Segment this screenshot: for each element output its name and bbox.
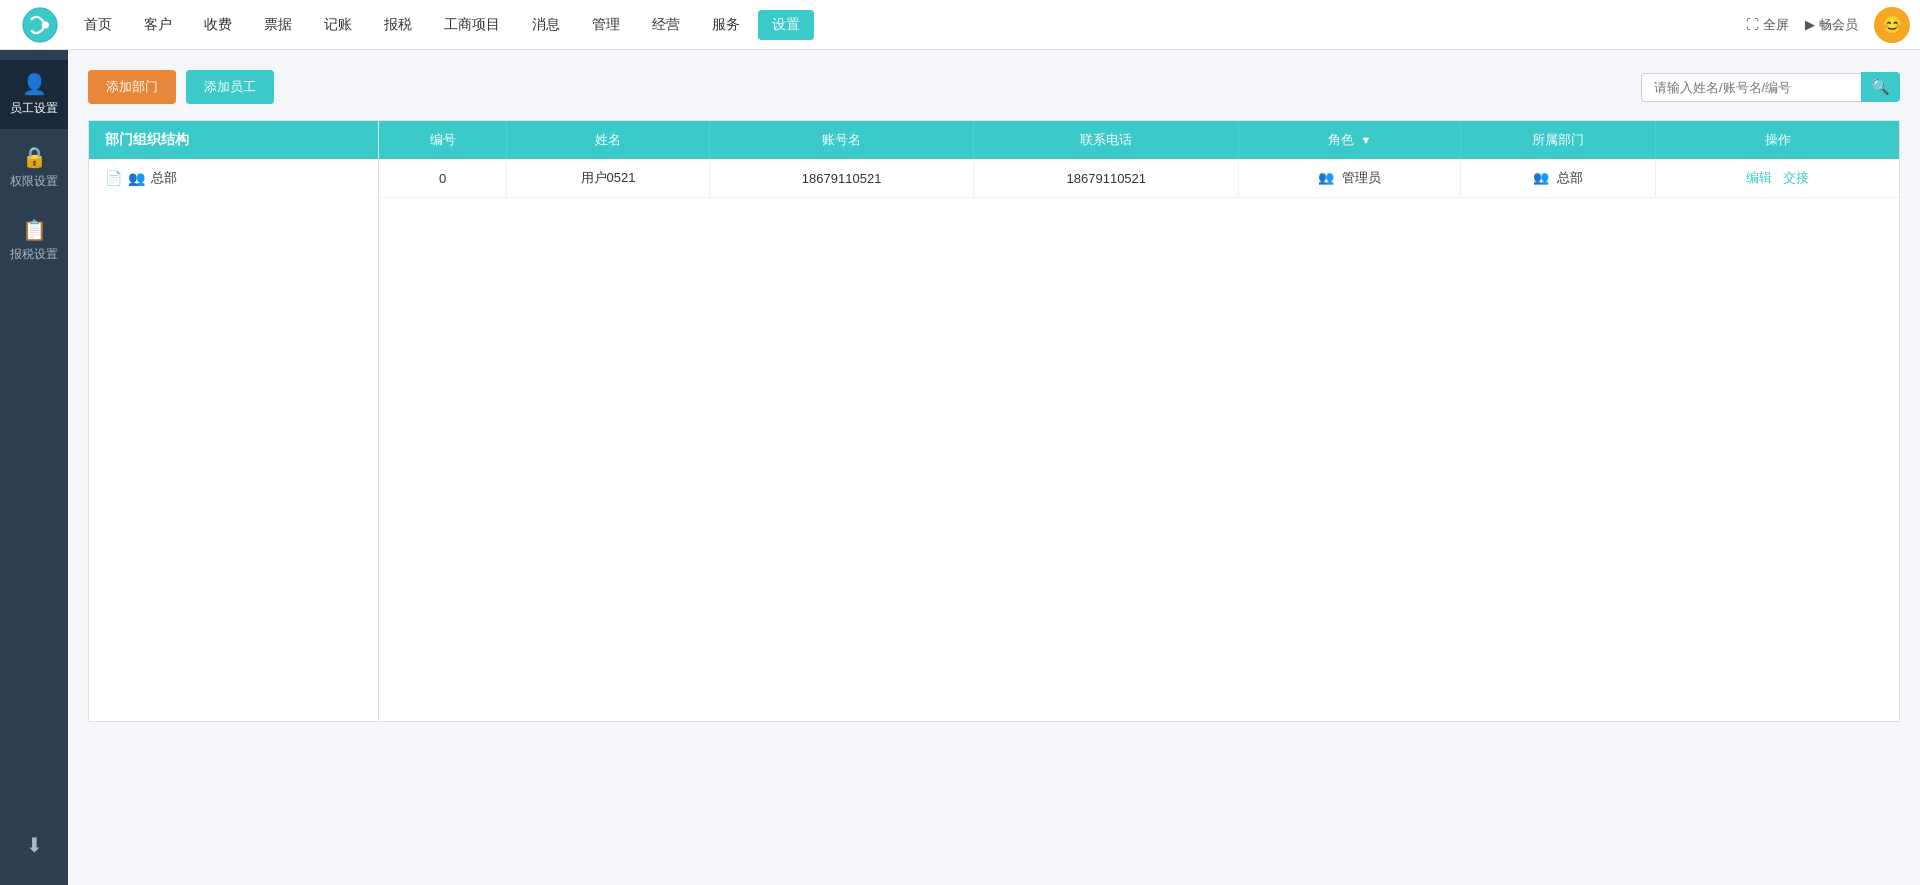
col-account: 账号名 (709, 121, 974, 159)
sidebar-employee-label: 员工设置 (10, 100, 58, 117)
col-dept: 所属部门 (1461, 121, 1656, 159)
table-header-row: 编号 姓名 账号名 联系电话 角色 ▼ 所属部门 操作 (379, 121, 1899, 159)
cell-name: 用户0521 (507, 159, 709, 198)
col-name: 姓名 (507, 121, 709, 159)
cell-dept: 👥 总部 (1461, 159, 1656, 198)
nav-service[interactable]: 服务 (698, 10, 754, 40)
doc-icon: 📄 (105, 170, 122, 186)
sidebar: 👤 员工设置 🔒 权限设置 📋 报税设置 ⬇ (0, 50, 68, 885)
sidebar-download-button[interactable]: ⬇ (26, 821, 43, 869)
dept-user-icon: 👥 (1533, 170, 1549, 185)
tax-settings-icon: 📋 (22, 218, 47, 242)
employee-table: 编号 姓名 账号名 联系电话 角色 ▼ 所属部门 操作 0 (379, 121, 1899, 198)
col-id: 编号 (379, 121, 507, 159)
main-content: 添加部门 添加员工 🔍 部门组织结构 📄 👥 总部 编号 姓名 (68, 50, 1920, 885)
filter-icon[interactable]: ▼ (1360, 134, 1371, 146)
cell-role: 👥 管理员 (1239, 159, 1461, 198)
search-input[interactable] (1641, 73, 1861, 102)
toolbar: 添加部门 添加员工 🔍 (88, 70, 1900, 104)
transfer-link[interactable]: 交接 (1783, 170, 1809, 185)
sidebar-permission-label: 权限设置 (10, 173, 58, 190)
top-navigation: 首页 客户 收费 票据 记账 报税 工商项目 消息 管理 经营 服务 设置 ⛶ … (0, 0, 1920, 50)
col-phone: 联系电话 (974, 121, 1239, 159)
search-button[interactable]: 🔍 (1861, 72, 1900, 102)
user-avatar[interactable]: 😊 (1874, 7, 1910, 43)
left-panel: 部门组织结构 📄 👥 总部 (89, 121, 379, 721)
app-logo[interactable] (10, 7, 70, 43)
nav-ticket[interactable]: 票据 (250, 10, 306, 40)
add-emp-button[interactable]: 添加员工 (186, 70, 274, 104)
fullscreen-button[interactable]: ⛶ 全屏 (1746, 16, 1789, 34)
sidebar-item-employee[interactable]: 👤 员工设置 (0, 60, 68, 129)
nav-home[interactable]: 首页 (70, 10, 126, 40)
download-icon: ⬇ (26, 833, 43, 857)
nav-client[interactable]: 客户 (130, 10, 186, 40)
right-panel: 编号 姓名 账号名 联系电话 角色 ▼ 所属部门 操作 0 (379, 121, 1899, 721)
member-button[interactable]: ▶ 畅会员 (1805, 16, 1858, 34)
role-user-icon: 👥 (1318, 170, 1334, 185)
col-role: 角色 ▼ (1239, 121, 1461, 159)
nav-menu: 首页 客户 收费 票据 记账 报税 工商项目 消息 管理 经营 服务 设置 (70, 10, 1746, 40)
table-row: 0 用户0521 18679110521 18679110521 👥 管理员 👥… (379, 159, 1899, 198)
user-tree-icon: 👥 (128, 170, 145, 186)
nav-right-area: ⛶ 全屏 ▶ 畅会员 😊 (1746, 7, 1910, 43)
nav-message[interactable]: 消息 (518, 10, 574, 40)
add-dept-button[interactable]: 添加部门 (88, 70, 176, 104)
col-actions: 操作 (1656, 121, 1899, 159)
nav-tax[interactable]: 报税 (370, 10, 426, 40)
cell-actions: 编辑 交接 (1656, 159, 1899, 198)
nav-manage[interactable]: 管理 (578, 10, 634, 40)
search-area: 🔍 (1641, 72, 1900, 102)
nav-operation[interactable]: 经营 (638, 10, 694, 40)
sidebar-taxsettings-label: 报税设置 (10, 246, 58, 263)
nav-fee[interactable]: 收费 (190, 10, 246, 40)
member-label: 畅会员 (1819, 16, 1858, 34)
cell-account: 18679110521 (709, 159, 974, 198)
member-icon: ▶ (1805, 17, 1815, 32)
sidebar-item-permission[interactable]: 🔒 权限设置 (0, 133, 68, 202)
nav-settings[interactable]: 设置 (758, 10, 814, 40)
left-panel-header: 部门组织结构 (89, 121, 378, 159)
cell-phone: 18679110521 (974, 159, 1239, 198)
cell-id: 0 (379, 159, 507, 198)
nav-business[interactable]: 工商项目 (430, 10, 514, 40)
fullscreen-label: 全屏 (1763, 16, 1789, 34)
lock-icon: 🔒 (22, 145, 47, 169)
sidebar-item-taxsettings[interactable]: 📋 报税设置 (0, 206, 68, 275)
content-layout: 部门组织结构 📄 👥 总部 编号 姓名 账号名 联系电话 角色 (88, 120, 1900, 722)
tree-item-root[interactable]: 📄 👥 总部 (89, 159, 378, 197)
svg-point-1 (42, 21, 49, 28)
employee-icon: 👤 (22, 72, 47, 96)
nav-bookkeeping[interactable]: 记账 (310, 10, 366, 40)
svg-point-0 (23, 7, 57, 41)
tree-root-label: 总部 (151, 169, 177, 187)
edit-link[interactable]: 编辑 (1746, 170, 1772, 185)
fullscreen-icon: ⛶ (1746, 17, 1759, 32)
